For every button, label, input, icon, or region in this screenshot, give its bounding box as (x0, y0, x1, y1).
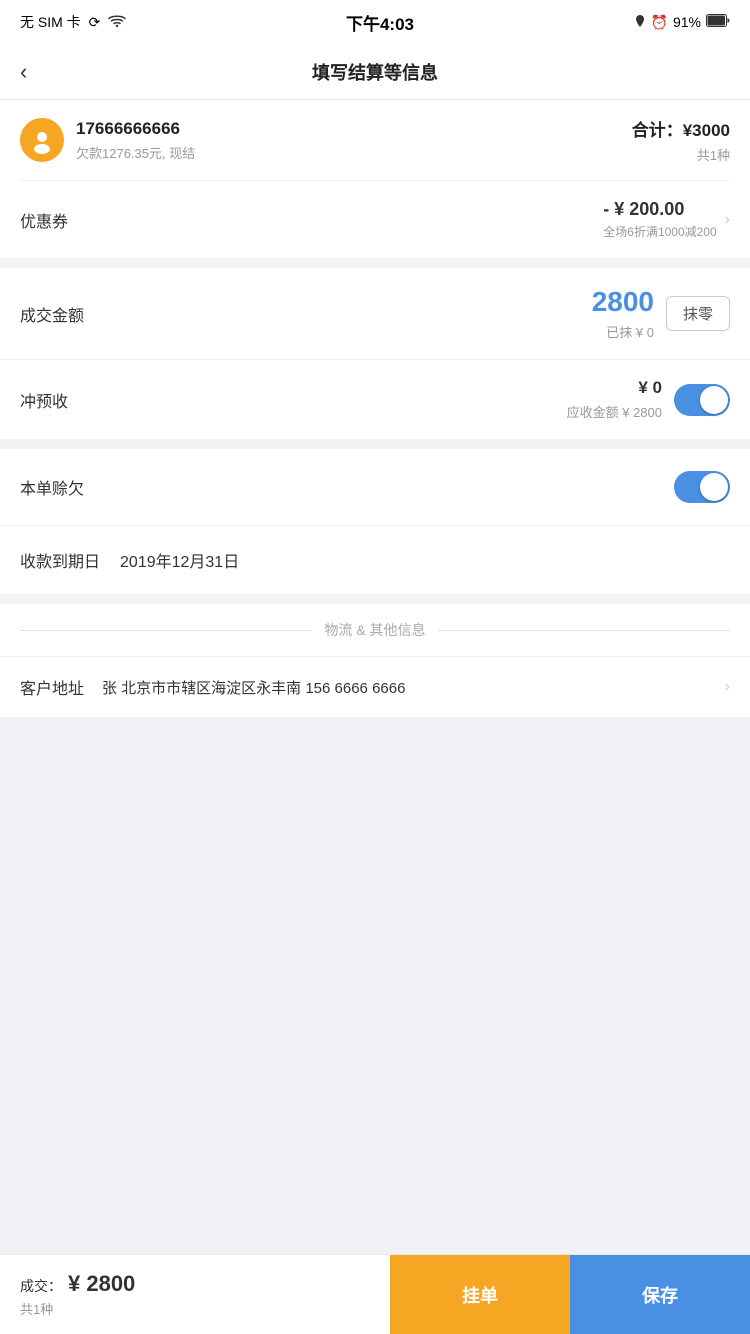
bottom-deal-count: 共1种 (20, 1299, 390, 1318)
coupon-row[interactable]: 优惠券 - ¥ 200.00 全场6折满1000减200 › (20, 180, 730, 258)
divider-line-right (438, 630, 730, 631)
bottom-deal-row: 成交： ¥ 2800 (20, 1271, 390, 1297)
address-content: 张 北京市市辖区海淀区永丰南 156 6666 6666 (102, 677, 713, 698)
round-button[interactable]: 抹零 (666, 296, 730, 331)
hang-button[interactable]: 挂单 (390, 1255, 570, 1334)
logistics-section: 物流 & 其他信息 客户地址 张 北京市市辖区海淀区永丰南 156 6666 6… (0, 604, 750, 717)
logistics-label: 物流 & 其他信息 (324, 620, 425, 640)
status-left: 无 SIM 卡 ⟳ (20, 12, 126, 32)
save-button[interactable]: 保存 (570, 1255, 750, 1334)
back-button[interactable]: ‹ (20, 59, 27, 85)
amount-section: 成交金额 2800 已抹 ¥ 0 抹零 冲预收 ¥ 0 应收金额 ¥ 2800 (0, 268, 750, 439)
alarm-icon: ⏰ (651, 14, 668, 31)
total-count: 共1种 (632, 145, 730, 164)
nav-bar: ‹ 填写结算等信息 (0, 44, 750, 100)
coupon-detail: 全场6折满1000减200 (603, 223, 716, 240)
bottom-deal-label-text: 成交： (20, 1276, 62, 1296)
customer-card: 17666666666 欠款1276.35元, 现结 合计：¥3000 共1种 … (0, 100, 750, 258)
due-date-row: 收款到期日 2019年12月31日 (0, 526, 750, 594)
amount-row: 成交金额 2800 已抹 ¥ 0 抹零 (0, 268, 750, 360)
amount-sub: 已抹 ¥ 0 (592, 322, 654, 341)
coupon-right: - ¥ 200.00 全场6折满1000减200 › (603, 199, 730, 240)
amount-right: 2800 已抹 ¥ 0 抹零 (592, 286, 730, 341)
total-amount: 合计：¥3000 (632, 116, 730, 141)
precollect-values: ¥ 0 应收金额 ¥ 2800 (567, 378, 662, 421)
precollect-toggle[interactable] (674, 384, 730, 416)
wifi-signal-icon (108, 14, 126, 31)
coupon-label: 优惠券 (20, 208, 68, 232)
status-bar: 无 SIM 卡 ⟳ 下午4:03 ⏰ 91% (0, 0, 750, 44)
logistics-divider: 物流 & 其他信息 (0, 604, 750, 656)
precollect-label: 冲预收 (20, 388, 68, 412)
toggle-knob (700, 386, 728, 414)
debit-label: 本单赊欠 (20, 475, 84, 499)
battery-percent: 91% (673, 14, 701, 30)
address-row[interactable]: 客户地址 张 北京市市辖区海淀区永丰南 156 6666 6666 › (0, 656, 750, 717)
main-content: 17666666666 欠款1276.35元, 现结 合计：¥3000 共1种 … (0, 100, 750, 957)
due-date-value: 2019年12月31日 (120, 548, 239, 572)
precollect-right: ¥ 0 应收金额 ¥ 2800 (567, 378, 730, 421)
battery-icon (706, 14, 730, 30)
status-right: ⏰ 91% (634, 14, 730, 31)
amount-value: 2800 (592, 286, 654, 317)
customer-total: 合计：¥3000 共1种 (632, 116, 730, 164)
precollect-row: 冲预收 ¥ 0 应收金额 ¥ 2800 (0, 360, 750, 439)
debit-toggle-knob (700, 473, 728, 501)
divider-line-left (20, 630, 312, 631)
customer-row: 17666666666 欠款1276.35元, 现结 合计：¥3000 共1种 (20, 100, 730, 180)
debit-toggle[interactable] (674, 471, 730, 503)
sim-label: 无 SIM 卡 (20, 12, 81, 32)
avatar (20, 118, 64, 162)
address-label: 客户地址 (20, 675, 90, 699)
coupon-discount: - ¥ 200.00 (603, 199, 716, 220)
extra-space (0, 727, 750, 867)
wifi-icon: ⟳ (89, 14, 101, 31)
customer-left: 17666666666 欠款1276.35元, 现结 (20, 118, 195, 162)
chevron-right-icon: › (725, 211, 730, 229)
precollect-amount: ¥ 0 (567, 378, 662, 398)
status-time: 下午4:03 (346, 10, 414, 35)
bottom-deal-amount: ¥ 2800 (68, 1271, 135, 1297)
bottom-buttons: 挂单 保存 (390, 1255, 750, 1334)
precollect-sub: 应收金额 ¥ 2800 (567, 402, 662, 421)
location-icon (634, 14, 646, 31)
page-title: 填写结算等信息 (312, 59, 438, 85)
customer-debt: 欠款1276.35元, 现结 (76, 143, 195, 162)
address-chevron-icon: › (725, 678, 730, 696)
bottom-bar: 成交： ¥ 2800 共1种 挂单 保存 (0, 1254, 750, 1334)
debit-row: 本单赊欠 (0, 449, 750, 526)
due-date-label: 收款到期日 (20, 548, 100, 572)
debit-section: 本单赊欠 收款到期日 2019年12月31日 (0, 449, 750, 594)
customer-info: 17666666666 欠款1276.35元, 现结 (76, 119, 195, 162)
amount-label: 成交金额 (20, 302, 84, 326)
bottom-info: 成交： ¥ 2800 共1种 (0, 1271, 390, 1318)
customer-phone: 17666666666 (76, 119, 195, 139)
